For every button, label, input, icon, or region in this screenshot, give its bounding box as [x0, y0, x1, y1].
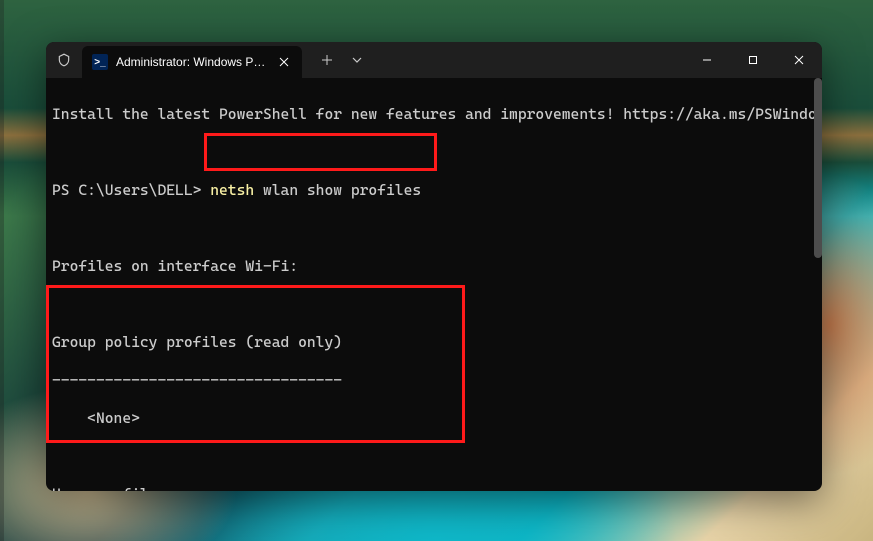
new-tab-button[interactable] [312, 42, 342, 78]
output-line [52, 295, 816, 314]
output-line: Group policy profiles (read only) [52, 333, 816, 352]
minimize-button[interactable] [684, 42, 730, 78]
output-line: --------------------------------- [52, 371, 816, 390]
tab-dropdown-button[interactable] [342, 42, 372, 78]
command-args: wlan show profiles [254, 181, 421, 199]
close-tab-button[interactable] [276, 54, 292, 70]
output-line: Profiles on interface Wi-Fi: [52, 257, 816, 276]
maximize-button[interactable] [730, 42, 776, 78]
output-line: Install the latest PowerShell for new fe… [52, 105, 816, 124]
command-netsh: netsh [210, 181, 254, 199]
close-window-button[interactable] [776, 42, 822, 78]
terminal-output[interactable]: Install the latest PowerShell for new fe… [46, 78, 822, 491]
terminal-window: >_ Administrator: Windows Powe Install t… [46, 42, 822, 491]
output-line [52, 143, 816, 162]
output-line [52, 447, 816, 466]
taskbar-edge [0, 0, 4, 541]
output-line [52, 219, 816, 238]
prompt-line: PS C:\Users\DELL> netsh wlan show profil… [52, 181, 816, 200]
powershell-icon: >_ [92, 54, 108, 70]
titlebar-drag-area[interactable] [372, 42, 684, 78]
output-line: <None> [52, 409, 816, 428]
shield-icon [46, 42, 82, 78]
tab-title: Administrator: Windows Powe [116, 55, 268, 69]
scrollbar-thumb[interactable] [814, 78, 822, 258]
titlebar[interactable]: >_ Administrator: Windows Powe [46, 42, 822, 78]
scrollbar[interactable] [814, 78, 822, 491]
tab-active[interactable]: >_ Administrator: Windows Powe [82, 46, 302, 78]
output-line: User profiles [52, 485, 816, 491]
